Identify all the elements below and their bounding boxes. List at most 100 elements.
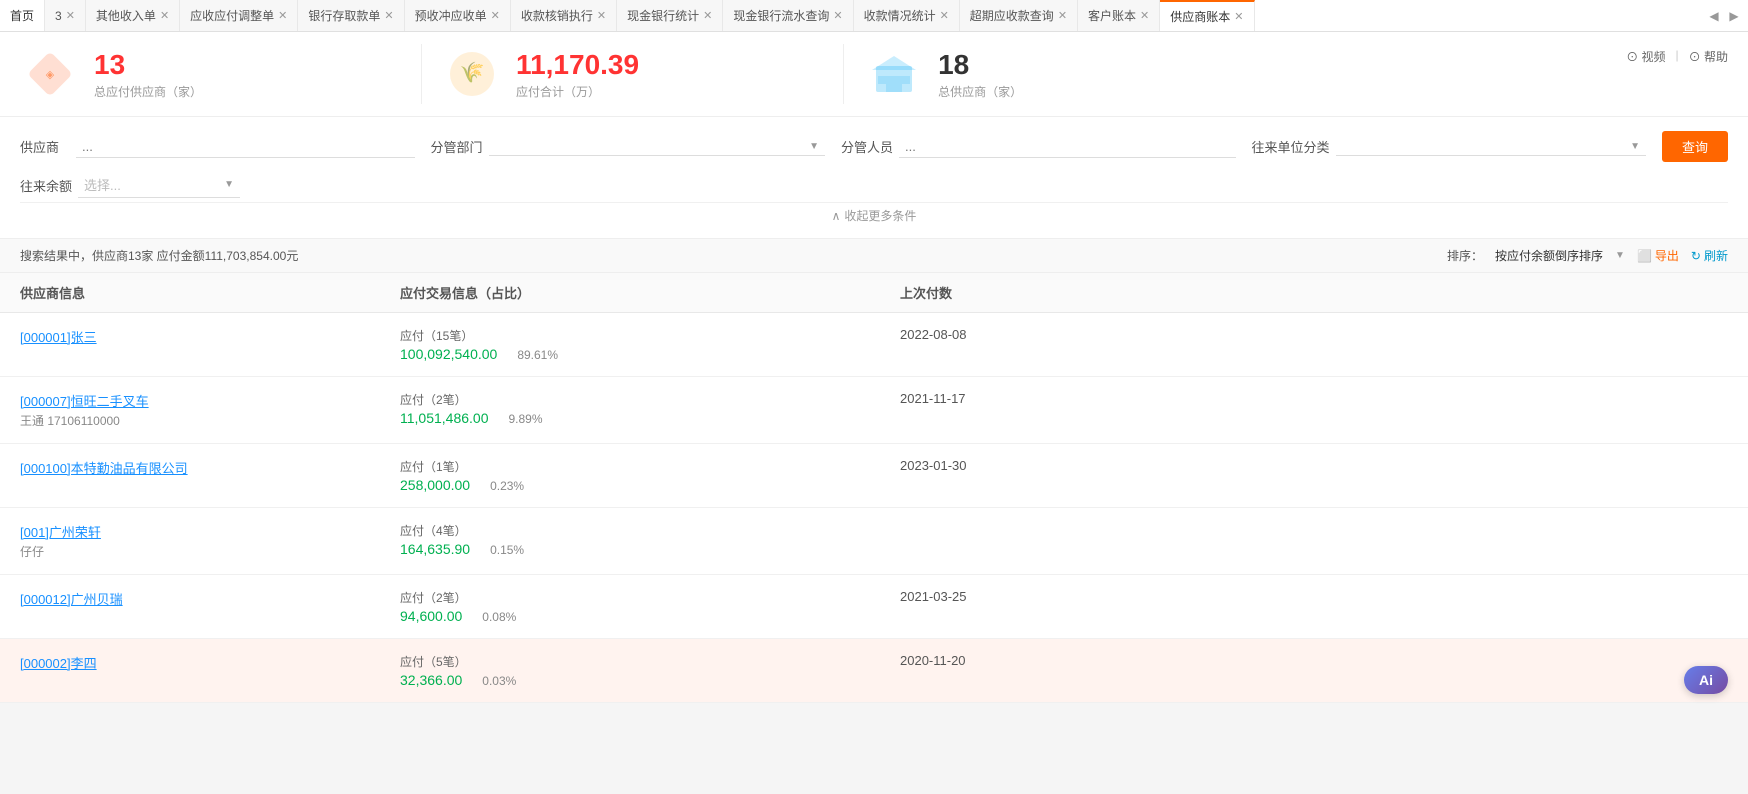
nav-prev-arrow[interactable]: ◀: [1704, 0, 1724, 32]
supplier-name-6[interactable]: [000002]李四: [20, 653, 400, 672]
nav-next-arrow[interactable]: ▶: [1724, 0, 1744, 32]
video-link[interactable]: ⊙ 视频: [1626, 48, 1665, 65]
supplier-input[interactable]: [76, 136, 415, 158]
summary-divider-1: [421, 44, 422, 104]
tab-overdue-ar-close[interactable]: ✕: [1058, 9, 1067, 22]
category-select[interactable]: ▼: [1336, 138, 1646, 156]
col-header-lastpay: 上次付数: [900, 283, 1728, 302]
tab-customer-ledger[interactable]: 客户账本 ✕: [1078, 0, 1160, 32]
transaction-amount-5[interactable]: 94,600.00: [400, 608, 462, 624]
result-bar: 搜索结果中，供应商13家 应付金额111,703,854.00元 排序： 按应付…: [0, 239, 1748, 273]
tab-ar-adjust-label: 应收应付调整单: [190, 7, 274, 24]
tab-prepay-offset-label: 预收冲应收单: [415, 7, 487, 24]
supplier-info-4: [001]广州荣轩 仔仔: [20, 522, 400, 560]
tab-cash-bank-flow[interactable]: 现金银行流水查询 ✕: [723, 0, 853, 32]
nav-tabs: 首页 3 ✕ 其他收入单 ✕ 应收应付调整单 ✕ 银行存取款单 ✕ 预收冲应收单…: [0, 0, 1748, 32]
tab-supplier-ledger[interactable]: 供应商账本 ✕: [1160, 0, 1254, 32]
tab-ar-adjust-close[interactable]: ✕: [278, 9, 287, 22]
tab-home[interactable]: 首页: [0, 0, 45, 32]
supplier-name-1[interactable]: [000001]张三: [20, 327, 400, 346]
transaction-pct-1: 89.61%: [517, 348, 558, 362]
tab-supplier-ledger-label: 供应商账本: [1170, 8, 1230, 25]
supplier-name-4[interactable]: [001]广州荣轩: [20, 522, 400, 541]
tab-collection-stat-close[interactable]: ✕: [940, 9, 949, 22]
tab-ar-adjust[interactable]: 应收应付调整单 ✕: [180, 0, 298, 32]
supplier-name-5[interactable]: [000012]广州贝瑞: [20, 589, 400, 608]
balance-select[interactable]: 选择... ▼: [78, 172, 240, 198]
dept-arrow-icon: ▼: [809, 141, 819, 152]
tab-cash-bank-stat[interactable]: 现金银行统计 ✕: [617, 0, 723, 32]
export-button[interactable]: ⬜ 导出: [1637, 247, 1679, 264]
collapse-btn[interactable]: ∧ 收起更多条件: [20, 202, 1728, 228]
transaction-amount-row-1: 100,092,540.00 89.61%: [400, 346, 900, 362]
query-button[interactable]: 查询: [1662, 131, 1728, 162]
supplier-sub-2: 王通 17106110000: [20, 412, 400, 429]
transaction-detail-1: 应付（15笔） 100,092,540.00 89.61%: [400, 327, 900, 362]
tab-home-label: 首页: [10, 7, 34, 24]
tab-other-income-close[interactable]: ✕: [160, 9, 169, 22]
last-pay-date-5: 2021-03-25: [900, 589, 967, 604]
filter-category: 往来单位分类 ▼: [1252, 137, 1647, 156]
person-input[interactable]: [899, 136, 1235, 158]
transaction-detail-4: 应付（4笔） 164,635.90 0.15%: [400, 522, 900, 557]
tab-supplier-ledger-close[interactable]: ✕: [1234, 10, 1243, 23]
tab-prepay-offset-close[interactable]: ✕: [491, 9, 500, 22]
transaction-pct-3: 0.23%: [490, 479, 524, 493]
tab-customer-ledger-close[interactable]: ✕: [1140, 9, 1149, 22]
tab-overdue-ar[interactable]: 超期应收款查询 ✕: [960, 0, 1078, 32]
transaction-pct-2: 9.89%: [509, 412, 543, 426]
tab-3[interactable]: 3 ✕: [45, 0, 86, 32]
tab-3-close[interactable]: ✕: [66, 9, 75, 22]
refresh-button[interactable]: ↻ 刷新: [1691, 247, 1728, 264]
tab-collection-stat[interactable]: 收款情况统计 ✕: [854, 0, 960, 32]
tab-prepay-offset[interactable]: 预收冲应收单 ✕: [405, 0, 511, 32]
filter-row-1: 供应商 分管部门 ▼ 分管人员 往来单位分类 ▼ 查询: [20, 131, 1728, 162]
transaction-pct-4: 0.15%: [490, 543, 524, 557]
transaction-detail-6: 应付（5笔） 32,366.00 0.03%: [400, 653, 900, 688]
lastpay-5: 2021-03-25: [900, 589, 1728, 604]
sort-arrow-icon: ▼: [1615, 250, 1625, 261]
data-table: 供应商信息 应付交易信息（占比） 上次付数 [000001]张三 应付（15笔）…: [0, 273, 1748, 703]
summary-card-3: 18 总供应商（家）: [864, 44, 1245, 104]
summary-card-2-info: 11,170.39 应付合计（万）: [516, 49, 639, 100]
transaction-info-3: 应付（1笔） 258,000.00 0.23%: [400, 458, 900, 493]
summary-card-2: 🌾 11,170.39 应付合计（万）: [442, 44, 823, 104]
tab-collection-exec[interactable]: 收款核销执行 ✕: [511, 0, 617, 32]
help-link[interactable]: ⊙ 帮助: [1689, 48, 1728, 65]
tab-collection-exec-close[interactable]: ✕: [597, 9, 606, 22]
lastpay-6: 2020-11-20: [900, 653, 1728, 668]
transaction-info-1: 应付（15笔） 100,092,540.00 89.61%: [400, 327, 900, 362]
export-label: 导出: [1655, 247, 1679, 264]
tab-cash-bank-flow-close[interactable]: ✕: [833, 9, 842, 22]
summary-card-2-label: 应付合计（万）: [516, 83, 639, 100]
transaction-amount-row-3: 258,000.00 0.23%: [400, 477, 900, 493]
sort-value[interactable]: 按应付余额倒序排序: [1495, 247, 1603, 264]
summary-card-1-label: 总应付供应商（家）: [94, 83, 202, 100]
tab-bank-deposit[interactable]: 银行存取款单 ✕: [298, 0, 404, 32]
transaction-info-4: 应付（4笔） 164,635.90 0.15%: [400, 522, 900, 557]
supplier-info-3: [000100]本特勤油品有限公司: [20, 458, 400, 477]
supplier-name-2[interactable]: [000007]恒旺二手叉车: [20, 391, 400, 410]
transaction-amount-1[interactable]: 100,092,540.00: [400, 346, 497, 362]
dept-select[interactable]: ▼: [489, 138, 825, 156]
transaction-amount-row-2: 11,051,486.00 9.89%: [400, 410, 900, 426]
tab-bank-deposit-close[interactable]: ✕: [384, 9, 393, 22]
transaction-label-6: 应付（5笔）: [400, 653, 900, 670]
col-header-transaction: 应付交易信息（占比）: [400, 283, 900, 302]
diamond-icon: ◈: [20, 44, 80, 104]
transaction-amount-6[interactable]: 32,366.00: [400, 672, 462, 688]
transaction-amount-3[interactable]: 258,000.00: [400, 477, 470, 493]
ai-badge[interactable]: Ai: [1684, 666, 1728, 694]
tab-collection-exec-label: 收款核销执行: [521, 7, 593, 24]
transaction-info-6: 应付（5笔） 32,366.00 0.03%: [400, 653, 900, 688]
transaction-amount-4[interactable]: 164,635.90: [400, 541, 470, 557]
supplier-name-3[interactable]: [000100]本特勤油品有限公司: [20, 458, 400, 477]
svg-text:◈: ◈: [46, 69, 55, 81]
tab-cash-bank-stat-close[interactable]: ✕: [703, 9, 712, 22]
tab-other-income[interactable]: 其他收入单 ✕: [86, 0, 180, 32]
refresh-icon: ↻: [1691, 249, 1701, 263]
transaction-amount-2[interactable]: 11,051,486.00: [400, 410, 489, 426]
transaction-amount-row-5: 94,600.00 0.08%: [400, 608, 900, 624]
right-actions: 排序： 按应付余额倒序排序 ▼ ⬜ 导出 ↻ 刷新: [1447, 247, 1728, 264]
transaction-detail-5: 应付（2笔） 94,600.00 0.08%: [400, 589, 900, 624]
